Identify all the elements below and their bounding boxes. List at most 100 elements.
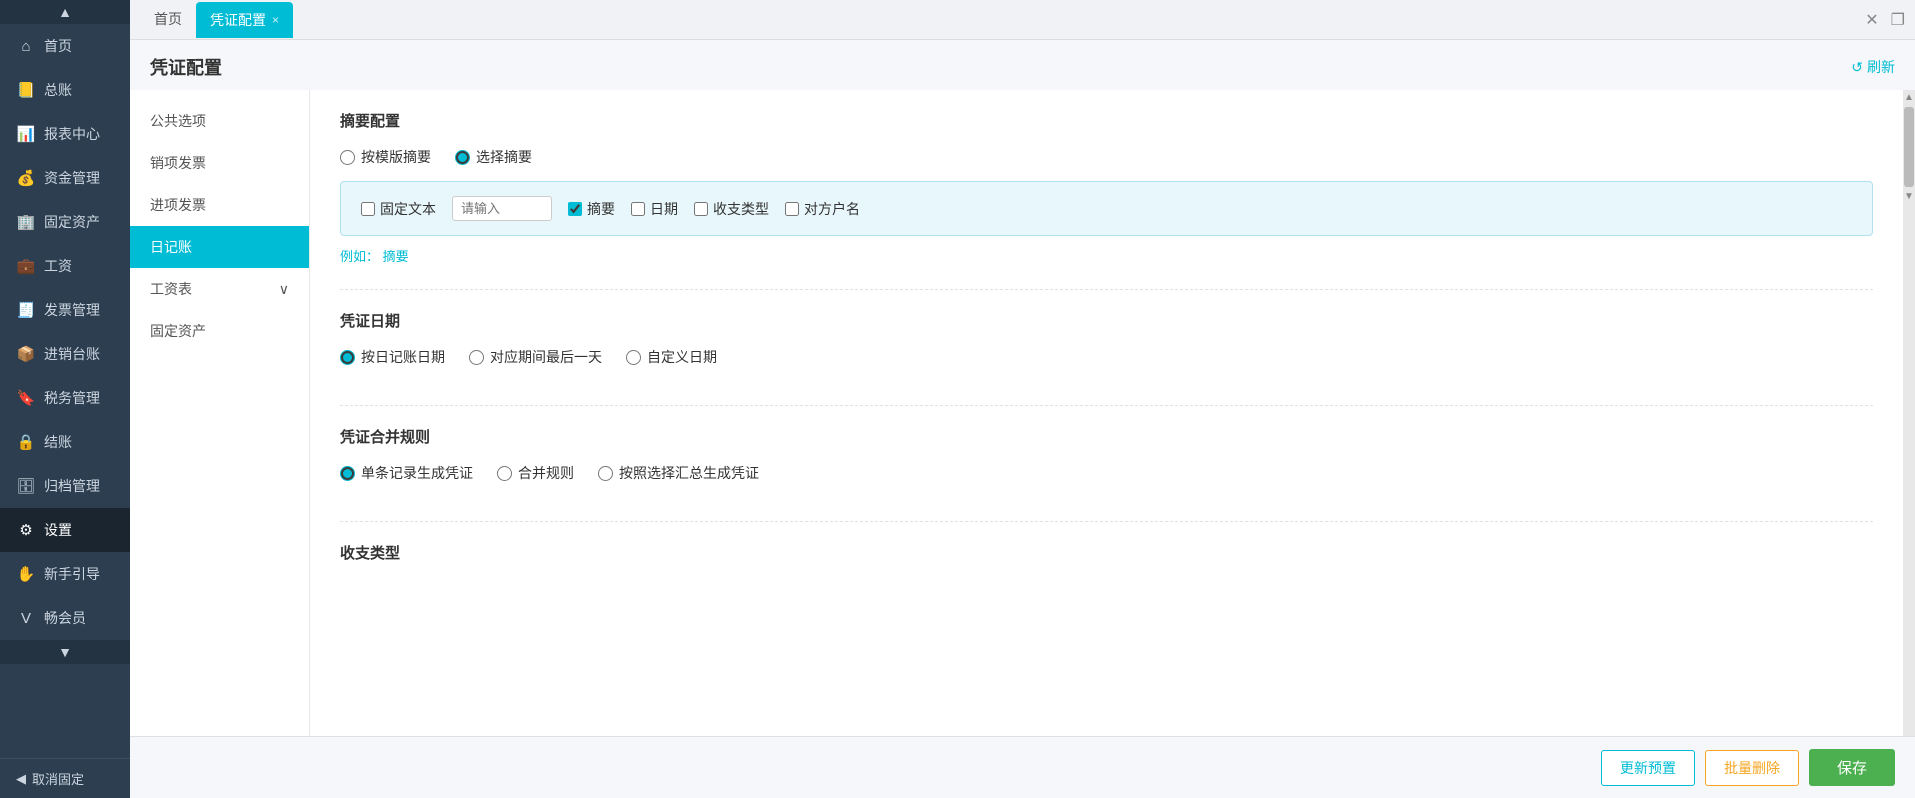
left-nav-public[interactable]: 公共选项 [130,100,309,142]
example-label: 例如： [340,249,379,264]
page-title: 凭证配置 [150,54,222,80]
radio-merge-input[interactable] [497,466,512,481]
left-nav-label: 固定资产 [150,321,206,341]
checkbox-date[interactable]: 日期 [631,199,678,219]
radio-single[interactable]: 单条记录生成凭证 [340,463,473,483]
checkbox-label: 对方户名 [804,199,860,219]
refresh-icon: ↺ [1851,59,1863,76]
summary-radio-group: 按模版摘要 选择摘要 [340,147,1873,167]
tab-home[interactable]: 首页 [140,1,196,39]
sidebar-item-funds[interactable]: 💰 资金管理 [0,156,130,200]
sidebar-item-home[interactable]: ⌂ 首页 [0,24,130,68]
income-type-title: 收支类型 [340,542,1873,563]
scrollbar-down[interactable]: ▼ [1903,189,1915,204]
checkbox-summary-input[interactable] [568,202,582,216]
window-restore-icon[interactable]: ❐ [1891,10,1905,30]
sidebar-item-label: 税务管理 [44,388,100,408]
merge-rules-title: 凭证合并规则 [340,426,1873,447]
radio-template-input[interactable] [340,150,355,165]
sidebar-scroll-up[interactable]: ▲ [0,0,130,24]
checkbox-counterpart[interactable]: 对方户名 [785,199,860,219]
checkbox-expense-type[interactable]: 收支类型 [694,199,769,219]
sidebar-item-guide[interactable]: ✋ 新手引导 [0,552,130,596]
left-nav-label: 销项发票 [150,153,206,173]
radio-journal-date[interactable]: 按日记账日期 [340,347,445,367]
radio-journal-date-input[interactable] [340,350,355,365]
radio-label: 按日记账日期 [361,347,445,367]
sidebar-item-label: 固定资产 [44,212,100,232]
sidebar-item-report[interactable]: 📊 报表中心 [0,112,130,156]
sidebar-item-fixed[interactable]: 🏢 固定资产 [0,200,130,244]
window-close-icon[interactable]: ✕ [1865,10,1878,30]
tab-close-icon[interactable]: × [272,13,279,27]
radio-label: 对应期间最后一天 [490,347,602,367]
sidebar-item-label: 进销台账 [44,344,100,364]
content-area: 公共选项 销项发票 进项发票 日记账 工资表 ∨ 固定资产 [130,90,1915,736]
payroll-icon: 💼 [16,257,36,275]
radio-single-input[interactable] [340,466,355,481]
example-text: 例如： 摘要 [340,246,1873,265]
summary-config-title: 摘要配置 [340,110,1873,131]
tab-voucher-config-label: 凭证配置 [210,10,266,30]
tab-voucher-config[interactable]: 凭证配置 × [196,2,293,38]
window-scrollbar: ▲ ▼ [1903,90,1915,736]
scrollbar-thumb[interactable] [1904,107,1914,187]
radio-custom-date-input[interactable] [626,350,641,365]
left-nav-journal[interactable]: 日记账 [130,226,309,268]
tab-bar: 首页 凭证配置 × ✕ ❐ [130,0,1915,40]
vip-icon: V [16,610,36,627]
sidebar-item-invoice[interactable]: 🧾 发票管理 [0,288,130,332]
sidebar-item-label: 新手引导 [44,564,100,584]
batch-delete-button[interactable]: 批量删除 [1705,750,1799,786]
radio-last-day-input[interactable] [469,350,484,365]
radio-label: 按模版摘要 [361,147,431,167]
radio-template-summary[interactable]: 按模版摘要 [340,147,431,167]
sidebar: ▲ ⌂ 首页 📒 总账 📊 报表中心 💰 资金管理 🏢 固定资产 💼 工资 🧾 … [0,0,130,798]
checkbox-fixed-text-input[interactable] [361,202,375,216]
sidebar-item-ledger[interactable]: 📒 总账 [0,68,130,112]
archive-icon: 🗄 [16,477,36,495]
fixed-text-input[interactable] [452,196,552,221]
fixed-icon: 🏢 [16,213,36,231]
checkbox-expense-type-input[interactable] [694,202,708,216]
radio-label: 自定义日期 [647,347,717,367]
radio-select-merge[interactable]: 按照选择汇总生成凭证 [598,463,759,483]
scrollbar-up[interactable]: ▲ [1903,90,1915,105]
sidebar-item-settings[interactable]: ⚙ 设置 [0,508,130,552]
main-area: 首页 凭证配置 × ✕ ❐ 凭证配置 ↺ 刷新 公共选项 销项发票 进项 [130,0,1915,798]
checkbox-date-input[interactable] [631,202,645,216]
radio-label: 单条记录生成凭证 [361,463,473,483]
sidebar-item-archive[interactable]: 🗄 归档管理 [0,464,130,508]
sidebar-item-label: 首页 [44,36,72,56]
sidebar-scroll-down[interactable]: ▼ [0,640,130,664]
checkbox-counterpart-input[interactable] [785,202,799,216]
refresh-button[interactable]: ↺ 刷新 [1851,57,1895,77]
radio-custom-date[interactable]: 自定义日期 [626,347,717,367]
radio-select-input[interactable] [455,150,470,165]
checkbox-label: 收支类型 [713,199,769,219]
radio-select-merge-input[interactable] [598,466,613,481]
radio-select-summary[interactable]: 选择摘要 [455,147,532,167]
sidebar-item-vip[interactable]: V 畅会员 [0,596,130,640]
funds-icon: 💰 [16,169,36,187]
radio-last-day[interactable]: 对应期间最后一天 [469,347,602,367]
invoice-icon: 🧾 [16,301,36,319]
left-nav-payroll-sheet[interactable]: 工资表 ∨ [130,268,309,310]
report-icon: 📊 [16,125,36,143]
left-nav-fixed-assets[interactable]: 固定资产 [130,310,309,352]
sidebar-item-payroll[interactable]: 💼 工资 [0,244,130,288]
merge-rules-radio-group: 单条记录生成凭证 合并规则 按照选择汇总生成凭证 [340,463,1873,483]
purchase-icon: 📦 [16,345,36,363]
left-nav-sales-invoice[interactable]: 销项发票 [130,142,309,184]
checkbox-fixed-text[interactable]: 固定文本 [361,199,436,219]
checkbox-label: 日期 [650,199,678,219]
cancel-pin-button[interactable]: ◀ 取消固定 [0,758,130,798]
radio-merge[interactable]: 合并规则 [497,463,574,483]
save-button[interactable]: 保存 [1809,749,1895,786]
sidebar-item-close[interactable]: 🔒 结账 [0,420,130,464]
sidebar-item-tax[interactable]: 🔖 税务管理 [0,376,130,420]
sidebar-item-purchase[interactable]: 📦 进销台账 [0,332,130,376]
update-preview-button[interactable]: 更新预置 [1601,750,1695,786]
checkbox-summary[interactable]: 摘要 [568,199,615,219]
left-nav-purchase-invoice[interactable]: 进项发票 [130,184,309,226]
